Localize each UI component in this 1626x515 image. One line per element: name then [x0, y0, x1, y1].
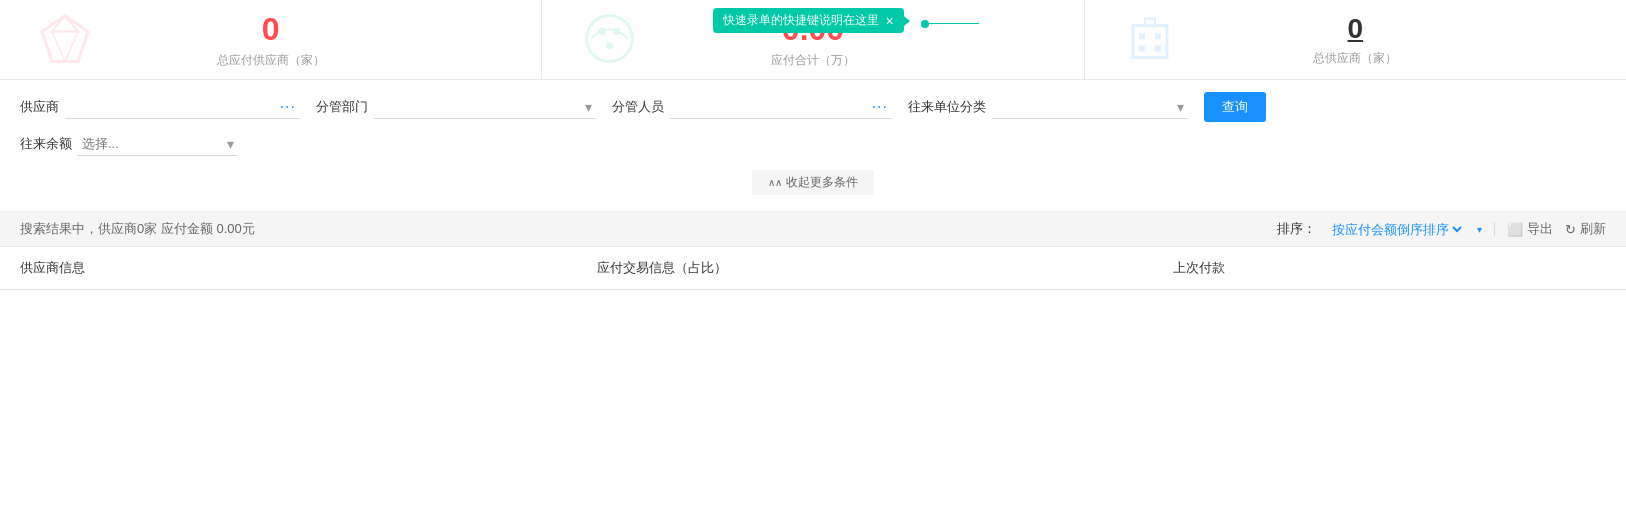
- stat-payable-suppliers: 0 总应付供应商（家）: [0, 0, 542, 79]
- sort-label: 排序：: [1277, 220, 1316, 238]
- total-suppliers-value: 0: [1348, 12, 1364, 46]
- sort-chevron-icon: ▾: [1477, 224, 1482, 235]
- svg-rect-13: [1155, 45, 1161, 51]
- collapse-label: 收起更多条件: [786, 174, 858, 191]
- col-transaction-header: 应付交易信息（占比）: [597, 259, 1174, 277]
- department-label: 分管部门: [316, 98, 368, 116]
- result-bar: 搜索结果中，供应商0家 应付金额 0.00元 排序： 按应付会额倒序排序 ▾ ⬜…: [0, 212, 1626, 247]
- filter-supplier: 供应商 ···: [20, 95, 300, 119]
- filter-row-2: 往来余额 ▾: [20, 132, 1606, 156]
- stats-bar: 0 总应付供应商（家） 0.00 应付合计（万） 快速录单的快捷键说明在这里 ×: [0, 0, 1626, 80]
- cookie-icon: [582, 11, 637, 69]
- tooltip-bubble: 快速录单的快捷键说明在这里 ×: [713, 8, 903, 33]
- gem-icon: [40, 13, 90, 66]
- svg-line-2: [52, 31, 65, 61]
- filter-balance: 往来余额 ▾: [20, 132, 300, 156]
- supplier-dots-icon[interactable]: ···: [280, 98, 296, 116]
- stat-payable-total: 0.00 应付合计（万） 快速录单的快捷键说明在这里 ×: [542, 0, 1084, 79]
- sort-select[interactable]: 按应付会额倒序排序: [1328, 221, 1465, 238]
- export-button[interactable]: ⬜ 导出: [1507, 220, 1553, 238]
- svg-point-8: [606, 42, 613, 49]
- svg-rect-11: [1155, 33, 1161, 39]
- table-header: 供应商信息 应付交易信息（占比） 上次付款: [0, 247, 1626, 290]
- svg-point-5: [587, 15, 633, 61]
- col-payment-header: 上次付款: [1173, 259, 1606, 277]
- svg-line-3: [65, 31, 78, 61]
- collapse-up-icon: ∧∧: [768, 177, 782, 188]
- department-chevron-icon[interactable]: ▾: [585, 99, 592, 115]
- svg-rect-9: [1133, 25, 1167, 57]
- tooltip-close[interactable]: ×: [885, 14, 893, 28]
- building-icon: [1125, 13, 1175, 66]
- col-supplier-header: 供应商信息: [20, 259, 597, 277]
- table-body: [0, 290, 1626, 515]
- supplier-input-wrapper: ···: [65, 95, 300, 119]
- unit-chevron-icon[interactable]: ▾: [1177, 99, 1184, 115]
- unit-input[interactable]: [992, 95, 1188, 118]
- person-input[interactable]: [670, 95, 892, 118]
- person-label: 分管人员: [612, 98, 664, 116]
- filter-unit: 往来单位分类 ▾: [908, 95, 1188, 119]
- balance-input-wrapper: ▾: [78, 132, 238, 156]
- supplier-input[interactable]: [65, 95, 300, 118]
- divider: [1494, 222, 1495, 236]
- stat-total-suppliers: 0 总供应商（家）: [1085, 0, 1626, 79]
- collapse-bar: ∧∧ 收起更多条件: [20, 166, 1606, 203]
- result-info: 搜索结果中，供应商0家 应付金额 0.00元: [20, 220, 255, 238]
- svg-rect-12: [1139, 45, 1145, 51]
- unit-label: 往来单位分类: [908, 98, 986, 116]
- refresh-icon: ↻: [1565, 222, 1576, 237]
- collapse-button[interactable]: ∧∧ 收起更多条件: [752, 170, 874, 195]
- tooltip-text: 快速录单的快捷键说明在这里: [723, 12, 879, 29]
- refresh-label: 刷新: [1580, 220, 1606, 238]
- tooltip-dot: [921, 20, 929, 28]
- payable-total-label: 应付合计（万）: [771, 52, 855, 69]
- filter-row-1: 供应商 ··· 分管部门 ▾ 分管人员 ··· 往来单位分类: [20, 92, 1606, 122]
- svg-marker-0: [42, 15, 88, 61]
- supplier-label: 供应商: [20, 98, 59, 116]
- balance-input[interactable]: [78, 132, 274, 155]
- total-suppliers-label: 总供应商（家）: [1313, 50, 1397, 67]
- query-button[interactable]: 查询: [1204, 92, 1266, 122]
- refresh-button[interactable]: ↻ 刷新: [1565, 220, 1606, 238]
- result-actions: 排序： 按应付会额倒序排序 ▾ ⬜ 导出 ↻ 刷新: [1277, 220, 1606, 238]
- balance-chevron-icon[interactable]: ▾: [227, 136, 234, 152]
- balance-label: 往来余额: [20, 135, 72, 153]
- person-input-wrapper: ···: [670, 95, 892, 119]
- tooltip-line: [929, 23, 979, 24]
- filter-person: 分管人员 ···: [612, 95, 892, 119]
- department-input-wrapper: ▾: [374, 95, 596, 119]
- person-dots-icon[interactable]: ···: [872, 98, 888, 116]
- export-label: 导出: [1527, 220, 1553, 238]
- svg-rect-10: [1139, 33, 1145, 39]
- department-input[interactable]: [374, 95, 596, 118]
- filter-department: 分管部门 ▾: [316, 95, 596, 119]
- payable-suppliers-value: 0: [262, 10, 280, 48]
- export-icon: ⬜: [1507, 222, 1523, 237]
- unit-input-wrapper: ▾: [992, 95, 1188, 119]
- filter-bar: 供应商 ··· 分管部门 ▾ 分管人员 ··· 往来单位分类: [0, 80, 1626, 212]
- payable-suppliers-label: 总应付供应商（家）: [217, 52, 325, 69]
